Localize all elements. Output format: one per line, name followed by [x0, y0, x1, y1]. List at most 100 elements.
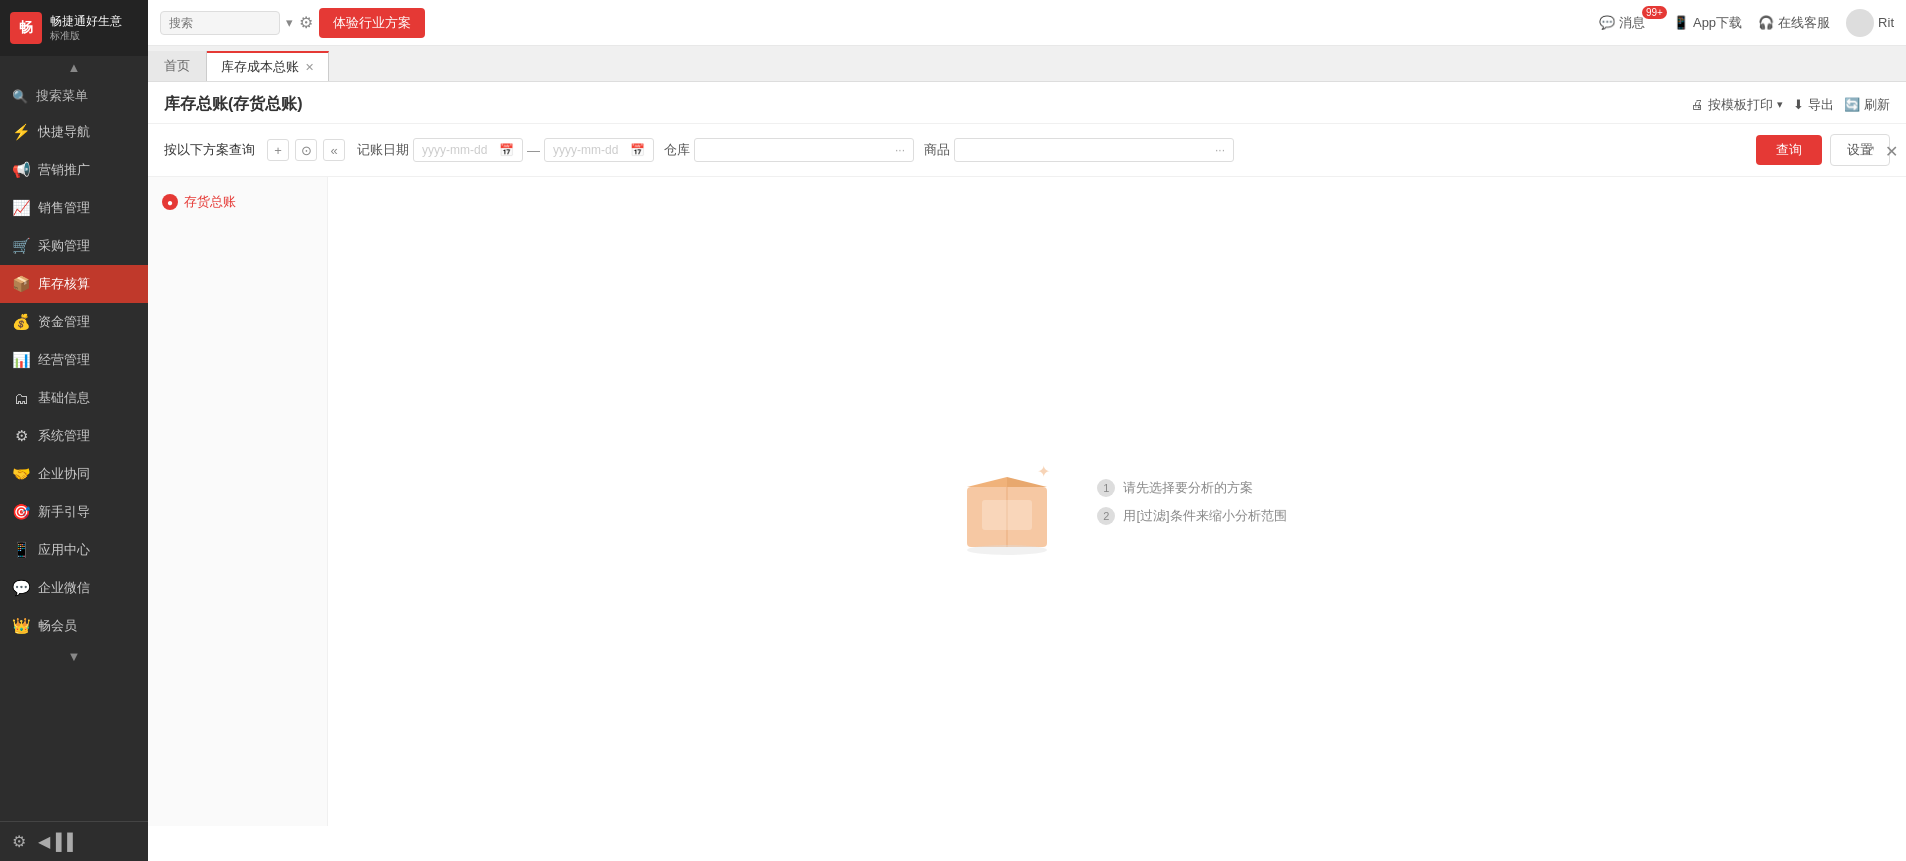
print-template-btn[interactable]: 🖨 按模板打印 ▾	[1691, 96, 1783, 114]
industry-solution-btn[interactable]: 体验行业方案	[319, 8, 425, 38]
search-icon: 🔍	[12, 89, 28, 104]
svg-text:✦: ✦	[1037, 463, 1050, 480]
sidebar-scroll-up[interactable]: ▲	[0, 56, 148, 79]
finance-icon: 💰	[12, 313, 30, 331]
sidebar-item-quick-nav[interactable]: ⚡ 快捷导航	[0, 113, 148, 151]
online-service-btn[interactable]: 🎧 在线客服	[1758, 14, 1830, 32]
sidebar: 畅 畅捷通好生意 标准版 ▲ 🔍 搜索菜单 ⚡ 快捷导航 📢 营销推广 📈 销售…	[0, 0, 148, 861]
sidebar-item-system[interactable]: ⚙ 系统管理	[0, 417, 148, 455]
page-title: 库存总账(存货总账)	[164, 94, 303, 115]
scheme-active-icon: ●	[162, 194, 178, 210]
topbar: ▾ ⚙ 体验行业方案 💬 消息 99+ 📱 App下载 🎧 在线客服 Rit	[148, 0, 1906, 46]
sidebar-item-sales[interactable]: 📈 销售管理	[0, 189, 148, 227]
sidebar-item-marketing[interactable]: 📢 营销推广	[0, 151, 148, 189]
sidebar-item-membership[interactable]: 👑 畅会员	[0, 607, 148, 645]
scheme-sidebar: ● 存货总账	[148, 177, 328, 826]
app-download-btn[interactable]: 📱 App下载	[1673, 14, 1742, 32]
date-separator: —	[527, 143, 540, 158]
topbar-settings-btn[interactable]: ⚙	[299, 13, 313, 32]
warehouse-input[interactable]: ···	[694, 138, 914, 162]
system-icon: ⚙	[12, 427, 30, 445]
sidebar-item-cooperation[interactable]: 🤝 企业协同	[0, 455, 148, 493]
product-more-icon[interactable]: ···	[1215, 143, 1225, 157]
svg-rect-4	[982, 500, 1032, 530]
user-avatar	[1846, 9, 1874, 37]
messages-btn[interactable]: 💬 消息 99+	[1599, 14, 1657, 32]
export-btn[interactable]: ⬇ 导出	[1793, 96, 1834, 114]
breadcrumb-chevron-icon[interactable]: ▾	[286, 15, 293, 30]
basic-info-icon: 🗂	[12, 389, 30, 407]
sidebar-item-inventory[interactable]: 📦 库存核算	[0, 265, 148, 303]
svg-marker-1	[967, 477, 1007, 487]
sidebar-footer: ⚙ ◀▐▐	[0, 821, 148, 861]
date-filter-group: 记账日期 yyyy-mm-dd 📅 — yyyy-mm-dd 📅	[357, 138, 654, 162]
filter-settings-btn[interactable]: 设置	[1830, 134, 1890, 166]
filter-bar: 按以下方案查询 + ⊙ « 记账日期 yyyy-mm-dd 📅 — yyyy-m…	[148, 124, 1906, 177]
page-area: 库存总账(存货总账) 🖨 按模板打印 ▾ ⬇ 导出 🔄 刷新 按以下方案查询	[148, 82, 1906, 861]
headset-icon: 🎧	[1758, 15, 1774, 30]
sidebar-item-basic-info[interactable]: 🗂 基础信息	[0, 379, 148, 417]
date-field-label: 记账日期	[357, 141, 409, 159]
calendar-start-icon[interactable]: 📅	[499, 143, 514, 157]
hint-num-1: 1	[1097, 479, 1115, 497]
sidebar-item-operations[interactable]: 📊 经营管理	[0, 341, 148, 379]
sidebar-item-new-guide[interactable]: 🎯 新手引导	[0, 493, 148, 531]
filter-fields: 记账日期 yyyy-mm-dd 📅 — yyyy-mm-dd 📅 仓库	[357, 138, 1744, 162]
date-start-input[interactable]: yyyy-mm-dd 📅	[413, 138, 523, 162]
empty-illustration: ✦	[947, 442, 1067, 562]
tab-home[interactable]: 首页	[148, 51, 207, 81]
tab-inventory-ledger[interactable]: 库存成本总账 ✕	[207, 51, 329, 81]
filter-actions: + ⊙ «	[267, 139, 345, 161]
tab-close-btn[interactable]: ✕	[305, 61, 314, 74]
content-area: ✦ 1 请先选择要分析的方案 2 用[过滤]条件来缩小分析范围	[328, 177, 1906, 826]
purchase-icon: 🛒	[12, 237, 30, 255]
filter-collapse-btn[interactable]: «	[323, 139, 345, 161]
scheme-panel: ● 存货总账	[148, 177, 1906, 826]
user-info-btn[interactable]: Rit	[1846, 9, 1894, 37]
filter-config-btn[interactable]: ⊙	[295, 139, 317, 161]
sidebar-scroll-down[interactable]: ▼	[0, 645, 148, 668]
page-header-actions: 🖨 按模板打印 ▾ ⬇ 导出 🔄 刷新	[1691, 96, 1890, 114]
print-icon: 🖨	[1691, 97, 1704, 112]
cooperation-icon: 🤝	[12, 465, 30, 483]
logo-icon: 畅	[10, 12, 42, 44]
panel-expand-btn[interactable]: ⤢	[1864, 142, 1876, 158]
sidebar-search[interactable]: 🔍 搜索菜单	[0, 79, 148, 113]
operations-icon: 📊	[12, 351, 30, 369]
enterprise-wechat-icon: 💬	[12, 579, 30, 597]
sidebar-item-finance[interactable]: 💰 资金管理	[0, 303, 148, 341]
date-end-input[interactable]: yyyy-mm-dd 📅	[544, 138, 654, 162]
scheme-item-inventory-general[interactable]: ● 存货总账	[148, 185, 327, 219]
empty-hint-1: 1 请先选择要分析的方案	[1097, 479, 1286, 497]
mute-footer-btn[interactable]: ◀▐▐	[38, 832, 73, 851]
warehouse-more-icon[interactable]: ···	[895, 143, 905, 157]
sidebar-item-purchase[interactable]: 🛒 采购管理	[0, 227, 148, 265]
sidebar-item-app-center[interactable]: 📱 应用中心	[0, 531, 148, 569]
tabbar: 首页 库存成本总账 ✕	[148, 46, 1906, 82]
product-label: 商品	[924, 141, 950, 159]
topbar-right: 💬 消息 99+ 📱 App下载 🎧 在线客服 Rit	[1599, 9, 1894, 37]
empty-svg: ✦	[947, 442, 1067, 562]
export-icon: ⬇	[1793, 97, 1804, 112]
print-chevron-icon: ▾	[1777, 98, 1783, 111]
sidebar-logo: 畅 畅捷通好生意 标准版	[0, 0, 148, 56]
empty-hint-2: 2 用[过滤]条件来缩小分析范围	[1097, 507, 1286, 525]
breadcrumb-input[interactable]	[160, 11, 280, 35]
sales-icon: 📈	[12, 199, 30, 217]
query-btn[interactable]: 查询	[1756, 135, 1822, 165]
membership-icon: 👑	[12, 617, 30, 635]
empty-state: ✦ 1 请先选择要分析的方案 2 用[过滤]条件来缩小分析范围	[947, 442, 1286, 562]
product-input[interactable]: ···	[954, 138, 1234, 162]
inventory-icon: 📦	[12, 275, 30, 293]
message-icon: 💬	[1599, 15, 1615, 30]
marketing-icon: 📢	[12, 161, 30, 179]
refresh-btn[interactable]: 🔄 刷新	[1844, 96, 1890, 114]
logo-text: 畅捷通好生意 标准版	[50, 14, 122, 43]
filter-label: 按以下方案查询	[164, 141, 255, 159]
filter-add-btn[interactable]: +	[267, 139, 289, 161]
empty-hints: 1 请先选择要分析的方案 2 用[过滤]条件来缩小分析范围	[1097, 479, 1286, 525]
sidebar-item-enterprise-wechat[interactable]: 💬 企业微信	[0, 569, 148, 607]
calendar-end-icon[interactable]: 📅	[630, 143, 645, 157]
settings-footer-btn[interactable]: ⚙	[12, 832, 26, 851]
panel-close-btn[interactable]: ✕	[1885, 142, 1898, 161]
